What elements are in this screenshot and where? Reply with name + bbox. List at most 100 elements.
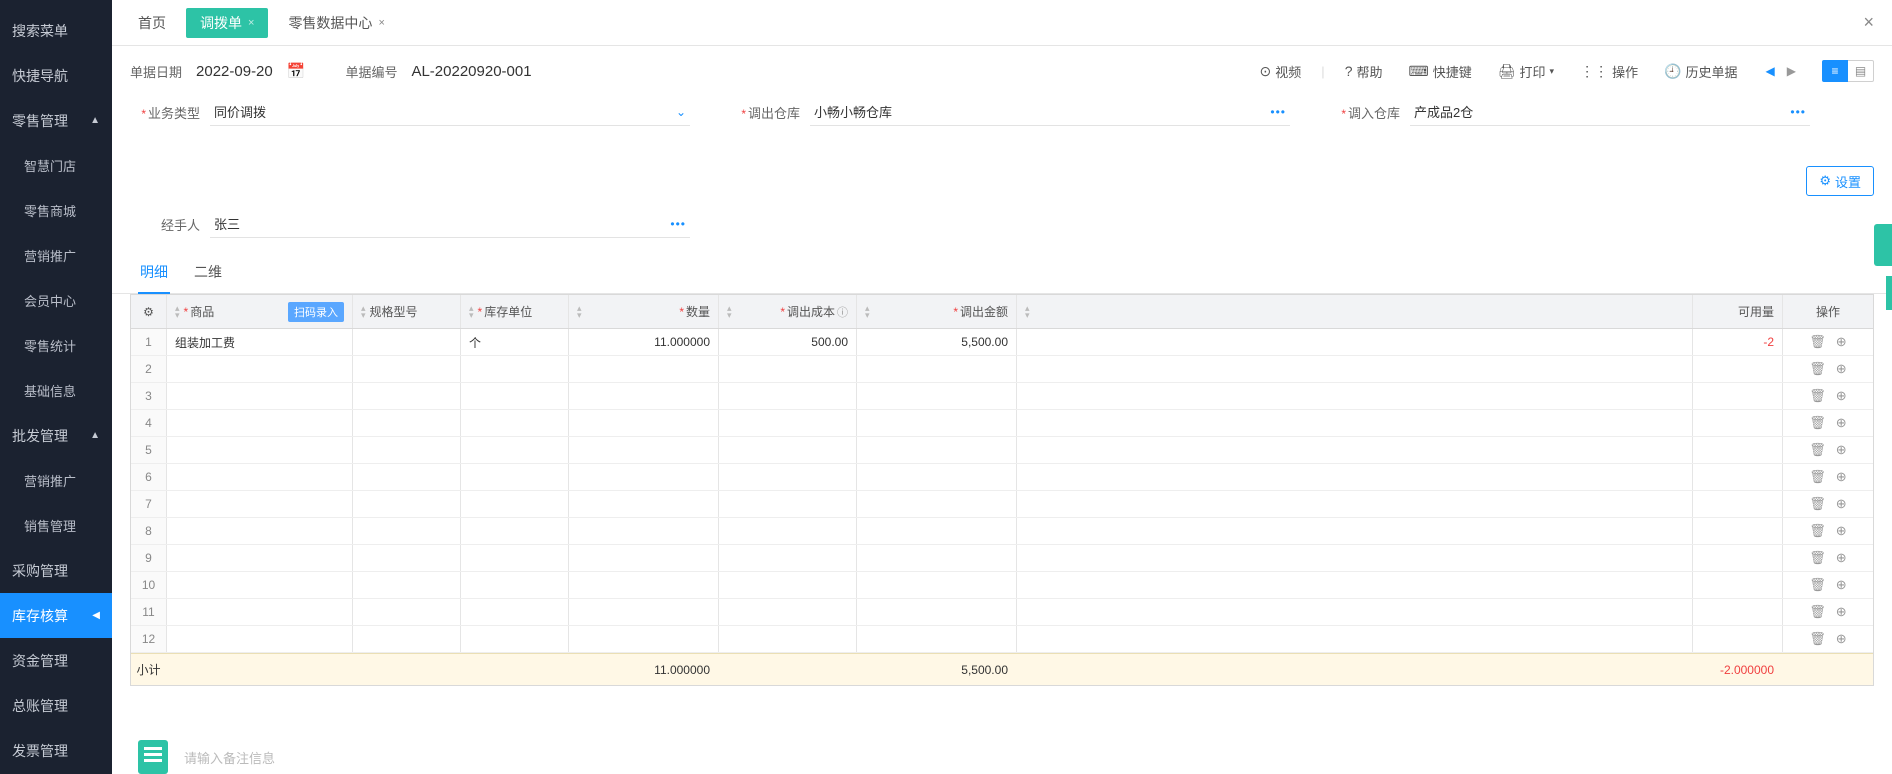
remark-input[interactable]: 请输入备注信息 xyxy=(184,742,1866,772)
more-icon[interactable]: ••• xyxy=(1270,105,1286,119)
tab-2[interactable]: 零售数据中心× xyxy=(274,8,398,38)
delete-row-icon[interactable]: 🗑 xyxy=(1809,469,1826,485)
delete-row-icon[interactable]: 🗑 xyxy=(1809,604,1826,620)
history-prev[interactable]: ◀ xyxy=(1762,62,1779,80)
col-qty[interactable]: ▴▾*数量 xyxy=(569,295,719,328)
notes-icon[interactable] xyxy=(138,740,168,774)
sidebar-item-16[interactable]: 发票管理 xyxy=(0,728,112,773)
col-spec[interactable]: ▴▾规格型号 xyxy=(353,295,461,328)
video-button[interactable]: ⊙视频 xyxy=(1254,62,1308,81)
col-avail[interactable]: 可用量 xyxy=(1693,295,1783,328)
delete-row-icon[interactable]: 🗑 xyxy=(1809,361,1826,377)
close-icon[interactable]: × xyxy=(248,17,254,29)
grid-icon: ⋮⋮ xyxy=(1580,63,1608,80)
table-row[interactable]: 4🗑⊕ xyxy=(131,410,1873,437)
table-row[interactable]: 9🗑⊕ xyxy=(131,545,1873,572)
delete-row-icon[interactable]: 🗑 xyxy=(1809,550,1826,566)
view-card[interactable]: ▤ xyxy=(1848,60,1874,82)
sidebar-item-4[interactable]: 零售商城 xyxy=(0,188,112,233)
col-unit[interactable]: ▴▾*库存单位 xyxy=(461,295,569,328)
tab-1[interactable]: 调拨单× xyxy=(186,8,268,38)
sidebar-item-9[interactable]: 批发管理▲ xyxy=(0,413,112,458)
field-out-warehouse[interactable]: *调出仓库 小畅小畅仓库••• xyxy=(730,98,1290,126)
close-all-tabs[interactable]: × xyxy=(1863,12,1874,33)
sidebar-item-6[interactable]: 会员中心 xyxy=(0,278,112,323)
table-row[interactable]: 3🗑⊕ xyxy=(131,383,1873,410)
more-icon[interactable]: ••• xyxy=(1790,105,1806,119)
doc-date-value[interactable]: 2022-09-20 xyxy=(196,63,273,80)
field-in-warehouse[interactable]: *调入仓库 产成品2仓••• xyxy=(1330,98,1810,126)
col-cost[interactable]: ▴▾*调出成本ⓘ xyxy=(719,295,857,328)
table-row[interactable]: 1组装加工费个11.000000500.005,500.00-2🗑⊕ xyxy=(131,329,1873,356)
hotkey-button[interactable]: ⌨快捷键 xyxy=(1403,62,1478,81)
right-edge-handle[interactable] xyxy=(1886,276,1892,310)
sidebar-item-7[interactable]: 零售统计 xyxy=(0,323,112,368)
close-icon[interactable]: × xyxy=(378,17,384,29)
sidebar-item-1[interactable]: 快捷导航 xyxy=(0,53,112,98)
doc-code-value: AL-20220920-001 xyxy=(411,63,531,80)
field-handler[interactable]: 经手人 张三••• xyxy=(130,210,690,238)
history-button[interactable]: 🕘历史单据 xyxy=(1658,62,1743,81)
sidebar-item-11[interactable]: 销售管理 xyxy=(0,503,112,548)
right-edge-tab[interactable] xyxy=(1874,224,1892,266)
sidebar-item-14[interactable]: 资金管理 xyxy=(0,638,112,683)
info-icon[interactable]: ⓘ xyxy=(837,304,848,320)
delete-row-icon[interactable]: 🗑 xyxy=(1809,631,1826,647)
add-row-icon[interactable]: ⊕ xyxy=(1836,442,1847,458)
add-row-icon[interactable]: ⊕ xyxy=(1836,550,1847,566)
sidebar-item-12[interactable]: 采购管理 xyxy=(0,548,112,593)
col-amt[interactable]: ▴▾*调出金额 xyxy=(857,295,1017,328)
add-row-icon[interactable]: ⊕ xyxy=(1836,361,1847,377)
table-row[interactable]: 5🗑⊕ xyxy=(131,437,1873,464)
table-row[interactable]: 11🗑⊕ xyxy=(131,599,1873,626)
add-row-icon[interactable]: ⊕ xyxy=(1836,334,1847,350)
help-button[interactable]: ?帮助 xyxy=(1339,62,1389,81)
field-biz-type[interactable]: *业务类型 同价调拨⌄ xyxy=(130,98,690,126)
print-button[interactable]: 🖨打印▾ xyxy=(1492,62,1560,81)
delete-row-icon[interactable]: 🗑 xyxy=(1809,496,1826,512)
add-row-icon[interactable]: ⊕ xyxy=(1836,631,1847,647)
sidebar-item-0[interactable]: 搜索菜单 xyxy=(0,8,112,53)
table-row[interactable]: 10🗑⊕ xyxy=(131,572,1873,599)
add-row-icon[interactable]: ⊕ xyxy=(1836,523,1847,539)
sidebar-item-13[interactable]: 库存核算◀ xyxy=(0,593,112,638)
view-list[interactable]: ≡ xyxy=(1822,60,1848,82)
table-row[interactable]: 8🗑⊕ xyxy=(131,518,1873,545)
history-nav: ◀ ▶ xyxy=(1762,62,1800,80)
col-product[interactable]: ▴▾*商品 扫码录入 xyxy=(167,295,353,328)
add-row-icon[interactable]: ⊕ xyxy=(1836,604,1847,620)
table-row[interactable]: 6🗑⊕ xyxy=(131,464,1873,491)
ops-button[interactable]: ⋮⋮操作 xyxy=(1574,62,1644,81)
tab-2d[interactable]: 二维 xyxy=(192,256,224,293)
sidebar-item-10[interactable]: 营销推广 xyxy=(0,458,112,503)
chevron-down-icon: ⌄ xyxy=(676,105,686,119)
table-row[interactable]: 2🗑⊕ xyxy=(131,356,1873,383)
delete-row-icon[interactable]: 🗑 xyxy=(1809,415,1826,431)
tab-0[interactable]: 首页 xyxy=(124,8,180,38)
add-row-icon[interactable]: ⊕ xyxy=(1836,415,1847,431)
column-config[interactable]: ⚙ xyxy=(131,295,167,328)
delete-row-icon[interactable]: 🗑 xyxy=(1809,334,1826,350)
calendar-icon[interactable]: 📅 xyxy=(287,62,306,80)
table-row[interactable]: 12🗑⊕ xyxy=(131,626,1873,653)
table-row[interactable]: 7🗑⊕ xyxy=(131,491,1873,518)
add-row-icon[interactable]: ⊕ xyxy=(1836,496,1847,512)
settings-button[interactable]: ⚙设置 xyxy=(1806,166,1874,196)
sidebar-item-2[interactable]: 零售管理▲ xyxy=(0,98,112,143)
delete-row-icon[interactable]: 🗑 xyxy=(1809,523,1826,539)
sidebar-item-8[interactable]: 基础信息 xyxy=(0,368,112,413)
sidebar-item-15[interactable]: 总账管理 xyxy=(0,683,112,728)
sidebar-item-3[interactable]: 智慧门店 xyxy=(0,143,112,188)
history-next[interactable]: ▶ xyxy=(1783,62,1800,80)
delete-row-icon[interactable]: 🗑 xyxy=(1809,442,1826,458)
delete-row-icon[interactable]: 🗑 xyxy=(1809,388,1826,404)
scan-input-button[interactable]: 扫码录入 xyxy=(288,302,344,322)
add-row-icon[interactable]: ⊕ xyxy=(1836,577,1847,593)
add-row-icon[interactable]: ⊕ xyxy=(1836,388,1847,404)
tab-detail[interactable]: 明细 xyxy=(138,256,170,294)
add-row-icon[interactable]: ⊕ xyxy=(1836,469,1847,485)
col-blank: ▴▾ xyxy=(1017,295,1693,328)
more-icon[interactable]: ••• xyxy=(670,217,686,231)
sidebar-item-5[interactable]: 营销推广 xyxy=(0,233,112,278)
delete-row-icon[interactable]: 🗑 xyxy=(1809,577,1826,593)
